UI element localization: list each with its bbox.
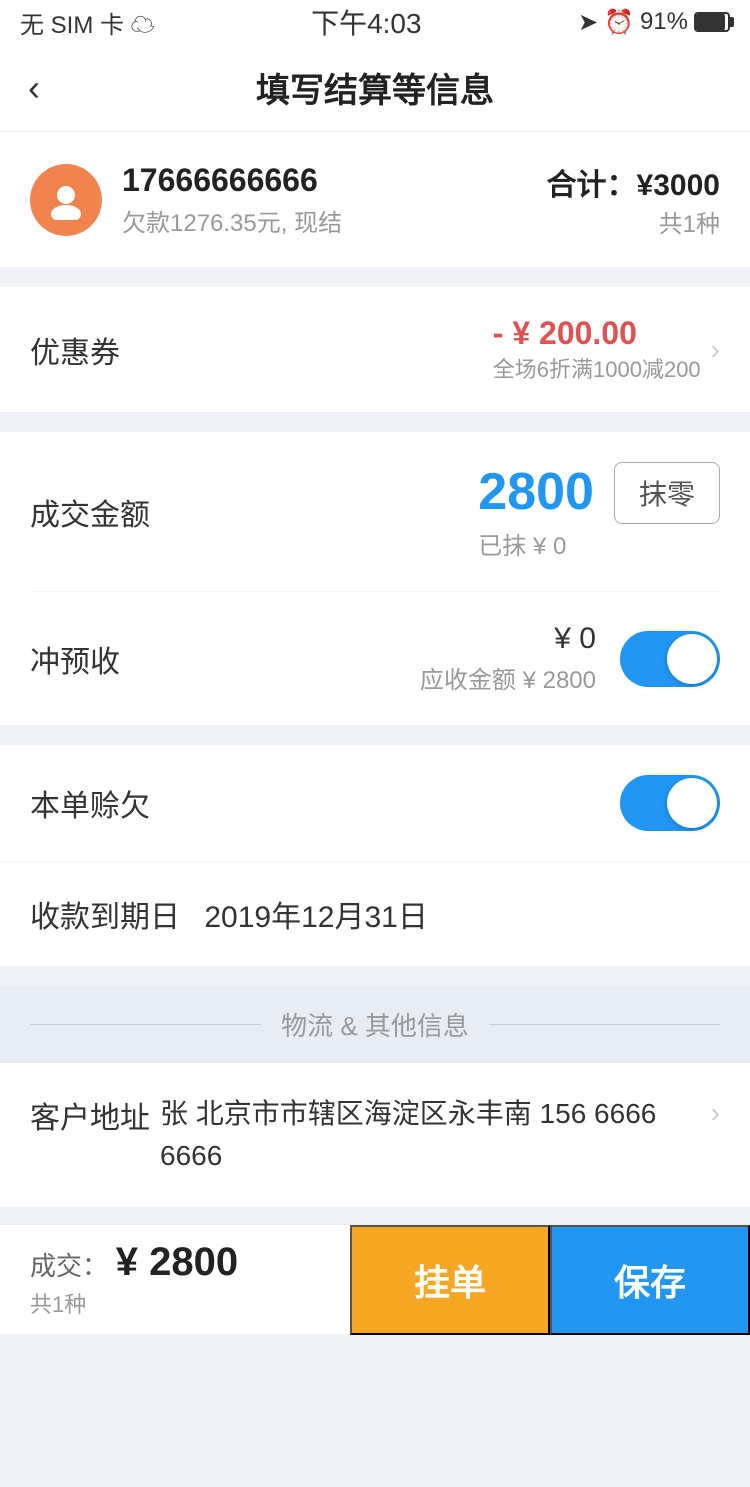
- address-section: 客户地址 张 北京市市辖区海淀区永丰南 156 6666 6666 ›: [0, 1063, 750, 1207]
- bottom-count: 共1种: [30, 1287, 320, 1319]
- amount-value: 2800: [478, 462, 594, 522]
- debt-row: 本单赊欠: [0, 745, 750, 862]
- customer-phone: 17666666666: [122, 162, 342, 199]
- amount-section: 成交金额 2800 已抹 ¥ 0 抹零 冲预收 ¥ 0 应收金额 ¥ 2800: [0, 432, 750, 725]
- address-value: 张 北京市市辖区海淀区永丰南 156 6666 6666: [160, 1093, 701, 1177]
- prepay-label: 冲预收: [30, 637, 120, 681]
- debt-toggle-knob: [667, 778, 717, 828]
- separator-line-left: [30, 1024, 261, 1025]
- nav-bar: ‹ 填写结算等信息: [0, 44, 750, 132]
- coupon-right: - ¥ 200.00 全场6折满1000减200 ›: [493, 315, 720, 384]
- prepay-value: ¥ 0: [420, 622, 596, 656]
- round-button[interactable]: 抹零: [614, 462, 720, 524]
- bottom-bar: 成交： ¥ 2800 共1种 挂单 保存: [0, 1224, 750, 1334]
- debt-toggle[interactable]: [620, 775, 720, 831]
- sim-label: 无 SIM 卡 ☁: [20, 5, 155, 40]
- debt-label: 本单赊欠: [30, 781, 150, 825]
- separator-text: 物流 & 其他信息: [281, 1006, 469, 1043]
- separator-section: 物流 & 其他信息: [0, 986, 750, 1063]
- prepay-row: 冲预收 ¥ 0 应收金额 ¥ 2800: [30, 592, 720, 725]
- alarm-icon: ⏰: [604, 8, 634, 37]
- customer-card: 17666666666 欠款1276.35元, 现结 合计：¥3000 共1种: [0, 132, 750, 267]
- amount-row: 成交金额 2800 已抹 ¥ 0 抹零: [30, 432, 720, 592]
- due-date-row: 收款到期日 2019年12月31日: [0, 862, 750, 966]
- status-left: 无 SIM 卡 ☁: [20, 5, 155, 40]
- coupon-description: 全场6折满1000减200: [493, 352, 701, 384]
- location-icon: ➤: [578, 8, 598, 37]
- status-bar: 无 SIM 卡 ☁ 下午4:03 ➤ ⏰ 91%: [0, 0, 750, 44]
- total-count: 共1种: [547, 204, 720, 239]
- prepay-sub: 应收金额 ¥ 2800: [420, 660, 596, 695]
- back-button[interactable]: ‹: [28, 67, 40, 109]
- customer-subtitle: 欠款1276.35元, 现结: [122, 203, 342, 238]
- status-time: 下午4:03: [311, 2, 422, 42]
- coupon-row[interactable]: 优惠券 - ¥ 200.00 全场6折满1000减200 ›: [0, 287, 750, 412]
- customer-info: 17666666666 欠款1276.35元, 现结: [122, 162, 342, 238]
- battery-icon: [694, 12, 730, 32]
- coupon-discount: - ¥ 200.00: [493, 315, 701, 352]
- address-chevron-icon: ›: [711, 1097, 720, 1129]
- battery-label: 91%: [640, 8, 688, 36]
- separator-line-right: [489, 1024, 720, 1025]
- debt-section: 本单赊欠 收款到期日 2019年12月31日: [0, 745, 750, 966]
- bottom-left: 成交： ¥ 2800 共1种: [0, 1240, 350, 1319]
- total-amount: 合计：¥3000: [547, 160, 720, 204]
- customer-left: 17666666666 欠款1276.35元, 现结: [30, 162, 342, 238]
- due-date-value: 2019年12月31日: [204, 901, 427, 934]
- coupon-label: 优惠券: [30, 328, 120, 372]
- toggle-knob: [667, 634, 717, 684]
- bottom-amount: ¥ 2800: [116, 1240, 238, 1284]
- address-row[interactable]: 客户地址 张 北京市市辖区海淀区永丰南 156 6666 6666 ›: [0, 1063, 750, 1207]
- status-right: ➤ ⏰ 91%: [578, 8, 730, 37]
- avatar: [30, 164, 102, 236]
- hang-button[interactable]: 挂单: [350, 1225, 550, 1335]
- bottom-deal-label: 成交：: [30, 1251, 108, 1281]
- save-button[interactable]: 保存: [550, 1225, 750, 1335]
- amount-sub: 已抹 ¥ 0: [478, 526, 594, 561]
- customer-right: 合计：¥3000 共1种: [547, 160, 720, 239]
- coupon-section: 优惠券 - ¥ 200.00 全场6折满1000减200 ›: [0, 287, 750, 412]
- due-date-label: 收款到期日 2019年12月31日: [30, 892, 428, 936]
- prepay-toggle[interactable]: [620, 631, 720, 687]
- address-label: 客户地址: [30, 1093, 150, 1137]
- amount-right: 2800 已抹 ¥ 0 抹零: [478, 462, 720, 561]
- page-title: 填写结算等信息: [256, 63, 494, 112]
- amount-label: 成交金额: [30, 490, 150, 534]
- coupon-chevron-icon: ›: [711, 334, 720, 366]
